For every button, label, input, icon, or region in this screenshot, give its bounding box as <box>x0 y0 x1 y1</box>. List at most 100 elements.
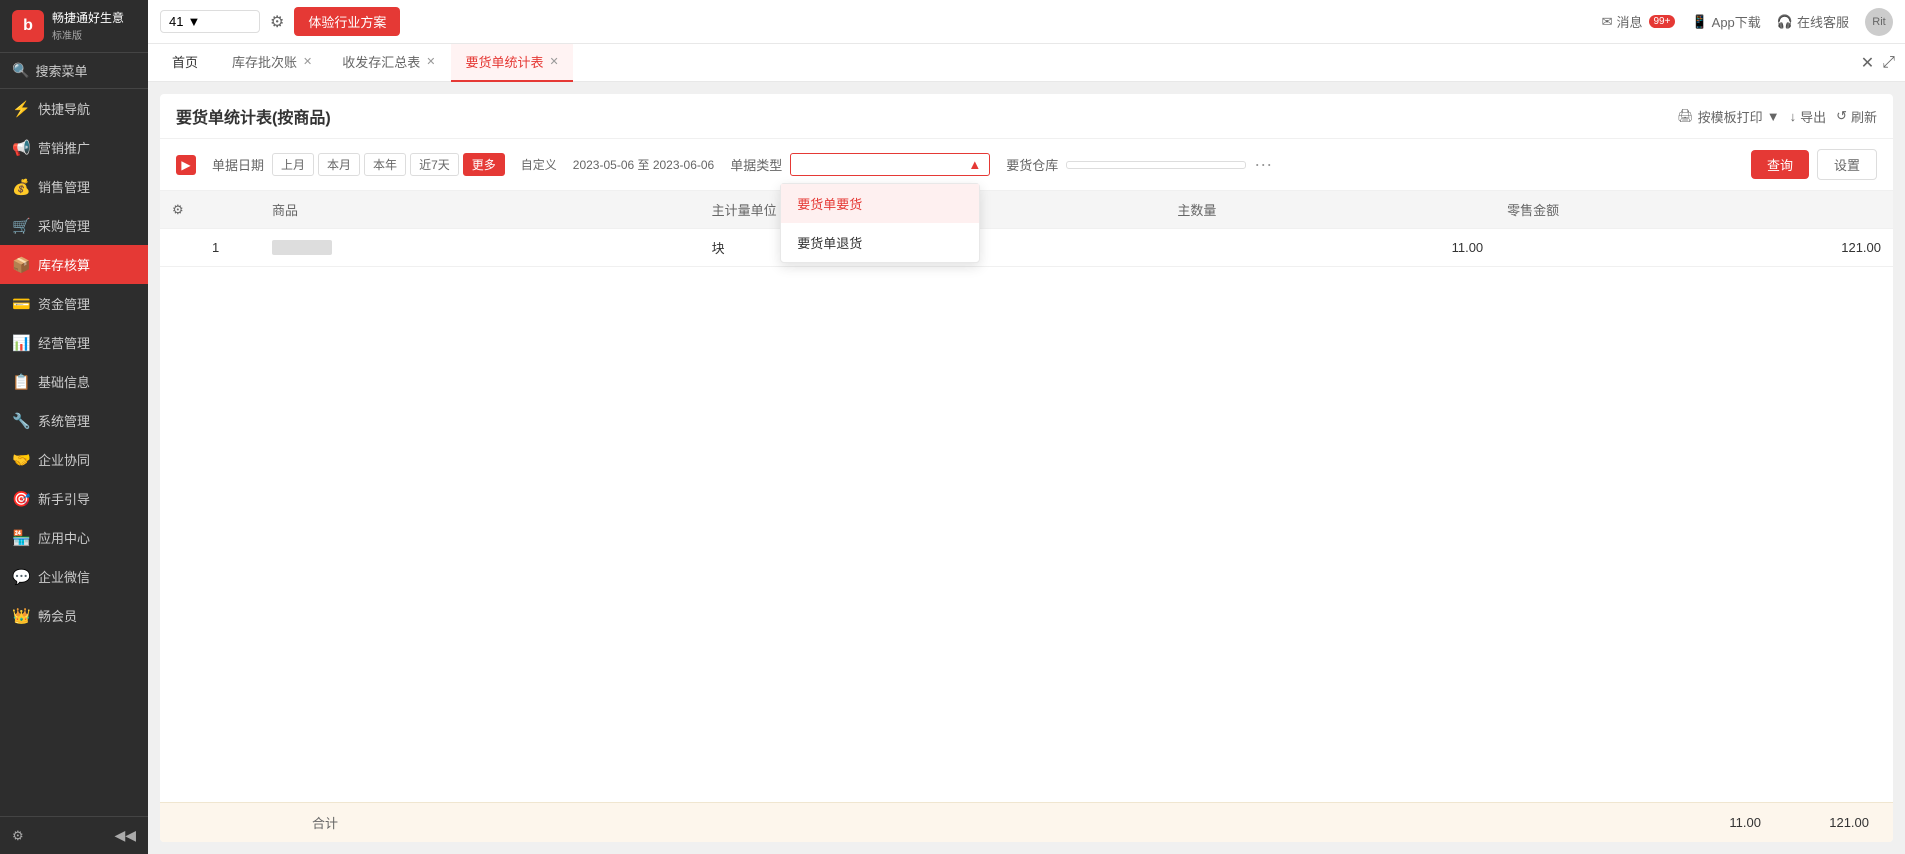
dropdown-item-order-goods[interactable]: 要货单要货 <box>781 184 979 223</box>
sidebar-item-label: 系统管理 <box>38 411 90 430</box>
system-icon: 🔧 <box>12 412 30 430</box>
query-btn[interactable]: 查询 <box>1751 150 1809 179</box>
col-settings[interactable]: ⚙ <box>160 191 200 229</box>
content: 要货单统计表(按商品) 🖨 按模板打印 ▼ ↓ 导出 ↺ 刷新 <box>148 82 1905 854</box>
logo-icon: b <box>12 10 44 42</box>
settings-btn[interactable]: 设置 <box>1817 149 1877 180</box>
sidebar-item-appstore[interactable]: 🏪 应用中心 <box>0 518 148 557</box>
sidebar-item-label: 营销推广 <box>38 138 90 157</box>
expand-icon[interactable]: ⤢ <box>1882 54 1895 72</box>
footer-total-label: 合计 <box>172 813 392 832</box>
col-quantity: 主数量 <box>1165 191 1495 229</box>
filter-more-options[interactable]: ··· <box>1254 154 1272 175</box>
type-filter-group: 单据类型 ▲ 要货单要货 要货单退货 <box>730 153 990 176</box>
warehouse-dropdown[interactable] <box>1066 161 1246 169</box>
topbar-settings-icon[interactable]: ⚙ <box>270 12 284 32</box>
enterprise-icon: 🤝 <box>12 451 30 469</box>
refresh-label: 刷新 <box>1851 107 1877 126</box>
search-menu[interactable]: 🔍 搜索菜单 <box>0 53 148 89</box>
this-month-btn[interactable]: 本月 <box>318 153 360 176</box>
col-index <box>200 191 260 229</box>
date-filter-group: 单据日期 上月 本月 本年 近7天 更多 自定义 2023-05-06 至 20… <box>212 153 714 176</box>
app-download-btn[interactable]: 📱 App下载 <box>1691 12 1760 31</box>
main: 41 ▼ ⚙ 体验行业方案 ✉ 消息 99+ 📱 App下载 🎧 在线客服 Ri… <box>148 0 1905 854</box>
sidebar-item-system[interactable]: 🔧 系统管理 <box>0 401 148 440</box>
sidebar-item-quick-nav[interactable]: ⚡ 快捷导航 <box>0 89 148 128</box>
tab-inventory-batch[interactable]: 库存批次账 ✕ <box>218 44 326 82</box>
tab-label: 收发存汇总表 <box>342 52 420 71</box>
type-dropdown-trigger[interactable]: ▲ <box>790 153 990 176</box>
inventory-icon: 📦 <box>12 256 30 274</box>
tab-home-label: 首页 <box>172 52 198 71</box>
online-service-label: 在线客服 <box>1797 12 1849 31</box>
sidebar-item-finance[interactable]: 💳 资金管理 <box>0 284 148 323</box>
sidebar-item-wechat[interactable]: 💬 企业微信 <box>0 557 148 596</box>
message-btn[interactable]: ✉ 消息 99+ <box>1602 12 1676 31</box>
dropdown-item-order-return[interactable]: 要货单退货 <box>781 223 979 262</box>
more-dates-btn[interactable]: 更多 <box>463 153 505 176</box>
row-amount: 121.00 <box>1495 229 1893 267</box>
sidebar-item-inventory[interactable]: 📦 库存核算 <box>0 245 148 284</box>
sidebar-item-guide[interactable]: 🎯 新手引导 <box>0 479 148 518</box>
table-row: 1 块 11.00 121.00 <box>160 229 1893 267</box>
page-header: 要货单统计表(按商品) 🖨 按模板打印 ▼ ↓ 导出 ↺ 刷新 <box>160 94 1893 139</box>
table-container: ⚙ 商品 主计量单位 主数量 零售金额 1 <box>160 191 1893 802</box>
row-quantity: 11.00 <box>1165 229 1495 267</box>
filter-expand-btn[interactable]: ▶ <box>176 155 196 175</box>
marketing-icon: 📢 <box>12 139 30 157</box>
sidebar-bottom: ⚙ ◀◀ <box>0 816 148 854</box>
table-header-row: ⚙ 商品 主计量单位 主数量 零售金额 <box>160 191 1893 229</box>
data-table: ⚙ 商品 主计量单位 主数量 零售金额 1 <box>160 191 1893 267</box>
sidebar-item-label: 企业协同 <box>38 450 90 469</box>
column-settings-icon[interactable]: ⚙ <box>172 202 184 217</box>
guide-icon: 🎯 <box>12 490 30 508</box>
sidebar-item-enterprise[interactable]: 🤝 企业协同 <box>0 440 148 479</box>
sidebar-item-label: 资金管理 <box>38 294 90 313</box>
sidebar-item-sales[interactable]: 💰 销售管理 <box>0 167 148 206</box>
sidebar-item-operation[interactable]: 📊 经营管理 <box>0 323 148 362</box>
settings-icon[interactable]: ⚙ <box>12 828 24 844</box>
last-7days-btn[interactable]: 近7天 <box>410 153 459 176</box>
footer-quantity: 11.00 <box>1661 815 1761 830</box>
finance-icon: 💳 <box>12 295 30 313</box>
col-amount: 零售金额 <box>1495 191 1893 229</box>
warehouse-filter-label: 要货仓库 <box>1006 155 1058 174</box>
custom-date-btn[interactable]: 自定义 <box>513 154 565 175</box>
sidebar-item-marketing[interactable]: 📢 营销推广 <box>0 128 148 167</box>
tab-close-icon[interactable]: ✕ <box>303 55 312 68</box>
sidebar-item-label: 采购管理 <box>38 216 90 235</box>
row-index: 1 <box>200 229 260 267</box>
sidebar-item-label: 新手引导 <box>38 489 90 508</box>
store-selector[interactable]: 41 ▼ <box>160 10 260 33</box>
sidebar-item-purchase[interactable]: 🛒 采购管理 <box>0 206 148 245</box>
tab-order-stats[interactable]: 要货单统计表 ✕ <box>451 44 572 82</box>
tab-receipt-summary[interactable]: 收发存汇总表 ✕ <box>328 44 449 82</box>
page-title: 要货单统计表(按商品) <box>176 104 331 128</box>
row-settings-cell <box>160 229 200 267</box>
close-all-tabs-icon[interactable]: ✕ <box>1861 53 1874 73</box>
this-year-btn[interactable]: 本年 <box>364 153 406 176</box>
online-service-btn[interactable]: 🎧 在线客服 <box>1777 12 1849 31</box>
type-filter-label: 单据类型 <box>730 155 782 174</box>
appstore-icon: 🏪 <box>12 529 30 547</box>
trial-btn[interactable]: 体验行业方案 <box>294 7 400 36</box>
tab-home[interactable]: 首页 <box>158 44 212 82</box>
refresh-icon: ↺ <box>1836 108 1847 124</box>
vip-icon: 👑 <box>12 607 30 625</box>
tab-close-icon[interactable]: ✕ <box>550 55 559 68</box>
sidebar-nav: ⚡ 快捷导航 📢 营销推广 💰 销售管理 🛒 采购管理 📦 库存核算 💳 资金管… <box>0 89 148 816</box>
user-avatar[interactable]: Rit <box>1865 8 1893 36</box>
sidebar-item-label: 库存核算 <box>38 255 90 274</box>
store-number: 41 <box>169 14 183 29</box>
sidebar-item-basic[interactable]: 📋 基础信息 <box>0 362 148 401</box>
tab-close-icon[interactable]: ✕ <box>426 55 435 68</box>
export-btn[interactable]: ↓ 导出 <box>1790 107 1827 126</box>
user-name: Rit <box>1872 16 1885 28</box>
refresh-btn[interactable]: ↺ 刷新 <box>1836 107 1877 126</box>
sidebar-item-vip[interactable]: 👑 畅会员 <box>0 596 148 635</box>
sidebar-collapse-btn[interactable]: ◀◀ <box>114 827 136 844</box>
last-month-btn[interactable]: 上月 <box>272 153 314 176</box>
chevron-down-icon: ▼ <box>187 14 200 29</box>
sidebar: b 畅捷通好生意 标准版 🔍 搜索菜单 ⚡ 快捷导航 📢 营销推广 💰 销售管理… <box>0 0 148 854</box>
print-btn[interactable]: 🖨 按模板打印 ▼ <box>1677 107 1779 126</box>
